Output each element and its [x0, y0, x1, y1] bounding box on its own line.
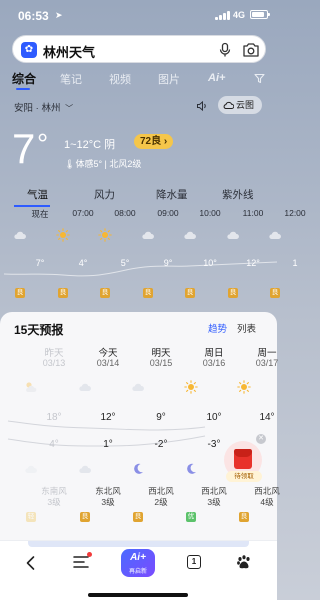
- cloud-icon: [79, 465, 91, 473]
- day-aqi-chip: 良: [239, 512, 249, 522]
- hour-temp: 1: [292, 258, 298, 268]
- mic-icon[interactable]: [217, 42, 233, 58]
- hour-aqi-chip: 良: [270, 288, 280, 298]
- day-date: 03/17: [255, 358, 279, 368]
- forecast-day[interactable]: 周一 03/17 14° 西北风 4级良: [221, 312, 280, 532]
- baidu-paw-icon: ✿: [21, 42, 37, 58]
- nav-tabs: 综合 笔记 视频 图片 Ai+: [0, 68, 277, 90]
- speaker-icon[interactable]: [196, 100, 208, 112]
- hourly-item: 11:00 12° 良: [213, 204, 263, 304]
- hourly-forecast: 现在 7° 良 07:00 4° 良 08:00 5° 良 09:00 9° 良 10:00 10° 良 11…: [0, 204, 306, 304]
- hourly-item: 09:00 9° 良: [128, 204, 179, 304]
- bottom-toolbar: Ai+ 再启新 1: [0, 540, 277, 600]
- back-icon[interactable]: [24, 555, 38, 571]
- signal-icon: [215, 11, 230, 20]
- sun-icon: [98, 228, 112, 242]
- day-high-temp: 14°: [259, 412, 275, 423]
- aqi-badge[interactable]: 72良 ›: [134, 134, 174, 149]
- cloud-icon: [269, 231, 281, 239]
- chevron-down-icon: ﹀: [65, 104, 74, 113]
- hourly-item: 07:00 4° 良: [43, 204, 94, 304]
- forecast-day[interactable]: 周日 03/16 10° -3° 西北风 3级优: [168, 312, 227, 532]
- hour-aqi-chip: 良: [58, 288, 68, 298]
- tab-notes[interactable]: 笔记: [60, 71, 82, 87]
- network-type: 4G: [233, 10, 246, 20]
- hour-aqi-chip: 良: [185, 288, 195, 298]
- cloud-icon: [25, 465, 37, 473]
- hour-aqi-chip: 良: [100, 288, 110, 298]
- tab-wind[interactable]: 风力: [94, 187, 115, 202]
- ai-button-subtitle: 再启新: [128, 569, 147, 575]
- cloud-map-button[interactable]: 云图: [218, 96, 262, 114]
- cloud-icon: [227, 231, 239, 239]
- degree-symbol: °: [37, 128, 49, 159]
- status-bar: 06:53 ➤ 4G: [0, 0, 277, 30]
- hourly-item: 10:00 10° 良: [170, 204, 221, 304]
- hourly-item: 12:00 1 良: [255, 204, 306, 304]
- hour-time: 12:00: [284, 208, 306, 218]
- cloud-icon: [142, 231, 154, 239]
- notification-dot: [87, 552, 92, 557]
- search-query: 林州天气: [43, 45, 96, 60]
- cloud-map-label: 云图: [236, 100, 255, 110]
- active-tab-underline: [16, 88, 30, 90]
- status-time: 06:53: [18, 9, 49, 23]
- sun-cloud-icon: [26, 382, 37, 392]
- hour-aqi-chip: 良: [143, 288, 153, 298]
- feels-like: 🌡体感5° | 北风2级: [64, 159, 142, 169]
- day-aqi-chip: 良: [133, 512, 143, 522]
- temp-range: 1~12°C 阴: [64, 139, 116, 151]
- tab-temperature[interactable]: 气温: [27, 187, 48, 202]
- sun-icon: [237, 380, 251, 394]
- tab-precipitation[interactable]: 降水量: [156, 187, 188, 202]
- cloud-map-icon: [223, 101, 234, 109]
- red-packet-label: 待领取: [226, 471, 262, 482]
- menu-icon[interactable]: [73, 555, 89, 569]
- cloud-icon: [14, 231, 26, 239]
- day-name: 周一: [257, 348, 277, 359]
- camera-icon[interactable]: [242, 42, 260, 58]
- cloud-icon: [79, 383, 91, 391]
- cloud-icon: [184, 231, 196, 239]
- scroll-handle[interactable]: [28, 541, 249, 547]
- moon-icon: [187, 463, 196, 474]
- tab-uv[interactable]: 紫外线: [222, 187, 254, 202]
- day-wind-level: 4级: [260, 497, 274, 507]
- thermometer-icon: 🌡: [64, 159, 76, 169]
- tab-video[interactable]: 视频: [109, 71, 131, 87]
- tab-switcher-button[interactable]: 1: [187, 555, 201, 569]
- hourly-item: 现在 7° 良: [0, 204, 49, 304]
- forecast-day[interactable]: 明天 03/15 9° -2° 西北风 2级良: [115, 312, 174, 532]
- filter-icon[interactable]: [254, 73, 265, 84]
- close-icon[interactable]: ✕: [256, 434, 266, 444]
- location-label: 安阳 · 林州: [14, 103, 61, 114]
- battery-icon: [250, 10, 270, 19]
- tab-ai[interactable]: Ai+: [208, 72, 225, 84]
- forecast-day[interactable]: 昨天 03/13 18° 4° 东南风 3级轻: [8, 312, 67, 532]
- sun-icon: [56, 228, 70, 242]
- location-arrow-icon: ➤: [55, 10, 63, 20]
- ai-button-title: Ai+: [130, 552, 146, 563]
- moon-icon: [134, 463, 143, 474]
- sun-icon: [184, 380, 198, 394]
- hourly-tabs: 气温 风力 降水量 紫外线: [0, 186, 277, 202]
- hourly-item: 08:00 5° 良: [85, 204, 136, 304]
- forecast-day[interactable]: 今天 03/14 12° 1° 东北风 3级良: [62, 312, 121, 532]
- hour-aqi-chip: 良: [15, 288, 25, 298]
- forecast-card: 15天预报 趋势 列表 昨天 03/13 18° 4° 东南风 3级轻今天 03/14 12° 1…: [0, 312, 280, 552]
- location-selector[interactable]: 安阳 · 林州 ﹀: [14, 100, 73, 114]
- home-indicator: [88, 593, 188, 597]
- current-temperature: 7: [12, 125, 36, 172]
- day-aqi-chip: 优: [186, 512, 196, 522]
- day-aqi-chip: 轻: [26, 512, 36, 522]
- baidu-paw-icon[interactable]: [236, 554, 252, 570]
- ai-assistant-button[interactable]: Ai+ 再启新: [121, 549, 155, 577]
- hour-aqi-chip: 良: [228, 288, 238, 298]
- tab-all[interactable]: 综合: [12, 70, 36, 87]
- day-aqi-chip: 良: [80, 512, 90, 522]
- cloud-icon: [132, 383, 144, 391]
- tab-images[interactable]: 图片: [158, 71, 180, 87]
- search-input[interactable]: ✿ 林州天气: [12, 35, 266, 63]
